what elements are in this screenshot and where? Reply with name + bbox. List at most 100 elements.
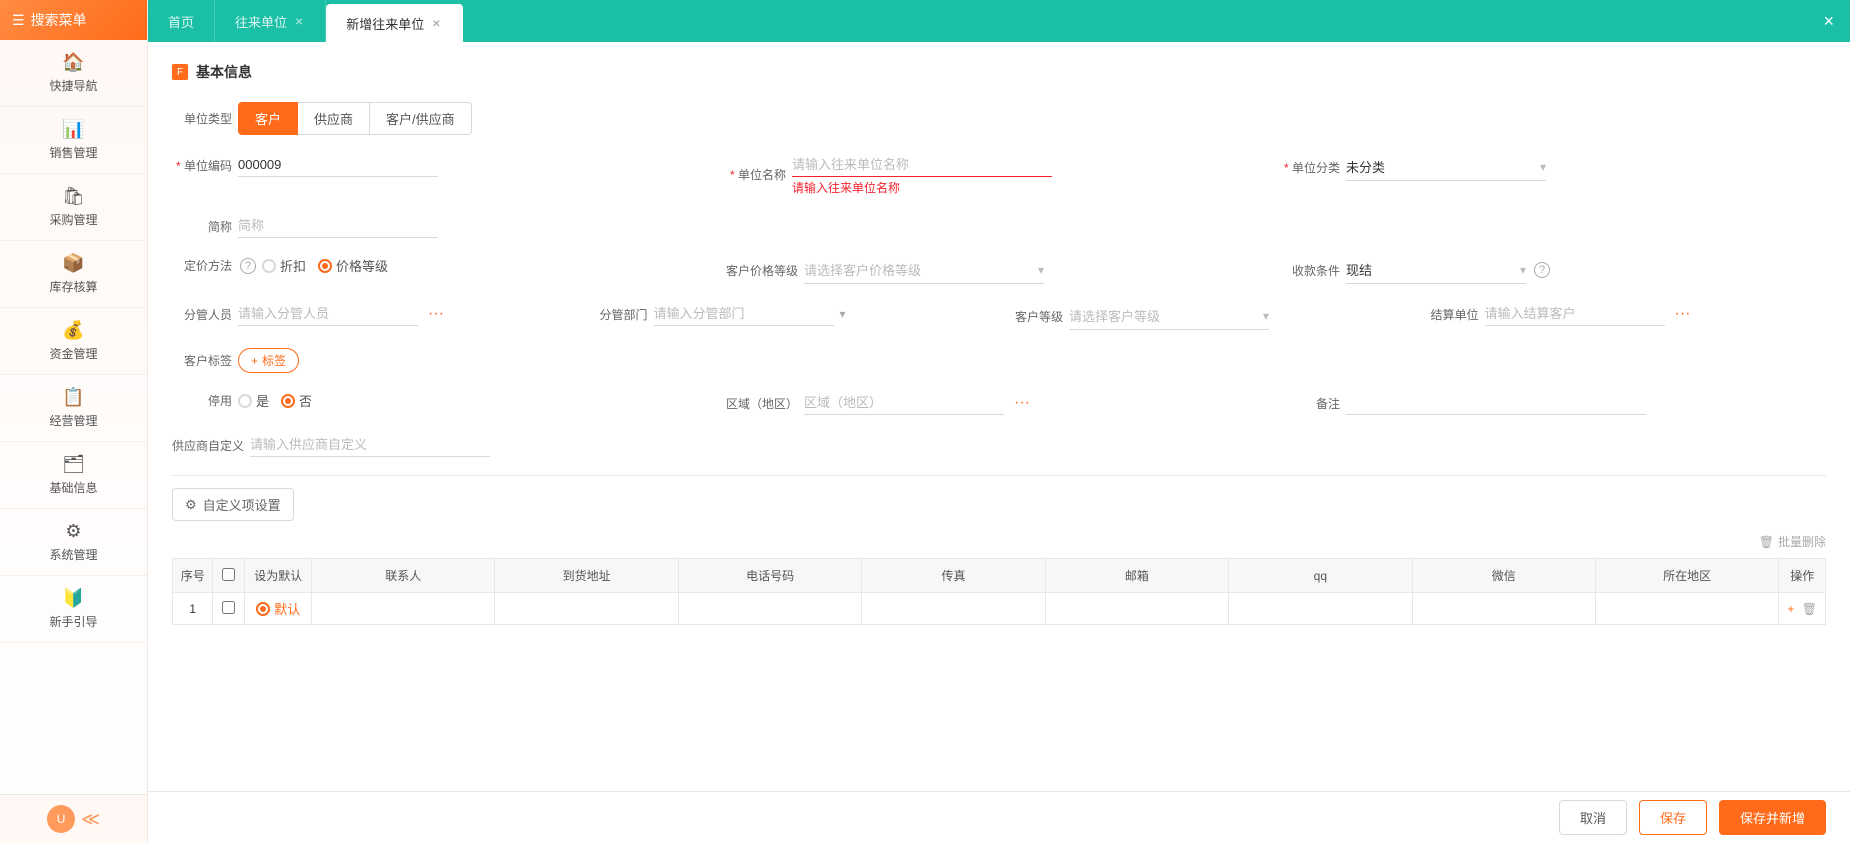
section-title: 基本信息 <box>196 62 252 82</box>
category-value: 未分类 <box>1346 157 1385 176</box>
sidebar-item-operations[interactable]: 📋 经营管理 <box>0 375 147 442</box>
pricing-help-icon[interactable]: ? <box>240 258 256 274</box>
cell-action: + 🗑 <box>1779 593 1826 625</box>
sidebar-item-guide[interactable]: 🔰 新手引导 <box>0 576 147 643</box>
manager-input[interactable] <box>238 302 418 326</box>
disabled-radio-group: 是 否 <box>238 391 312 410</box>
name-error-tip: 请输入往来单位名称 <box>792 179 1272 196</box>
default-label: 默认 <box>274 599 300 618</box>
contacts-table: 序号 设为默认 联系人 到货地址 电话号码 传真 邮箱 qq 微信 所在地区 操… <box>172 558 1826 625</box>
region-dots-btn[interactable]: ··· <box>1010 394 1034 412</box>
sidebar-item-purchase[interactable]: 🛍 采购管理 <box>0 174 147 241</box>
pricing-discount[interactable]: 折扣 <box>262 256 306 275</box>
tag-row: 客户标签 + 标签 <box>172 348 1826 373</box>
discount-radio-circle <box>262 259 276 273</box>
tag-btn-label: 标签 <box>262 352 286 369</box>
category-chevron-icon: ▾ <box>1540 160 1546 174</box>
supplier-custom-input[interactable] <box>250 433 490 457</box>
row-checkbox[interactable] <box>222 601 235 614</box>
sidebar-search[interactable]: ☰ 搜索菜单 <box>0 0 147 40</box>
tag-label: 客户标签 <box>172 352 232 369</box>
email-input[interactable] <box>1052 602 1222 616</box>
payment-select[interactable]: 现结 ▾ <box>1346 256 1526 284</box>
row-delete-btn[interactable]: 🗑 <box>1802 602 1817 616</box>
tab-partners-close[interactable]: × <box>293 12 305 30</box>
contact-input[interactable] <box>318 602 488 616</box>
batch-delete[interactable]: 🗑 批量删除 <box>172 533 1826 550</box>
col-phone: 电话号码 <box>678 559 861 593</box>
type-btn-customer[interactable]: 客户 <box>238 102 298 135</box>
cell-phone <box>678 593 861 625</box>
phone-input[interactable] <box>685 602 855 616</box>
tab-new-partner-close[interactable]: × <box>430 14 442 32</box>
fax-input[interactable] <box>868 602 1038 616</box>
tab-partners[interactable]: 往来单位 × <box>215 0 326 42</box>
purchase-icon: 🛍 <box>62 186 85 207</box>
settlement-input[interactable] <box>1485 302 1665 326</box>
select-all-checkbox[interactable] <box>222 568 235 581</box>
finance-icon: 💰 <box>62 320 84 341</box>
tab-new-partner[interactable]: 新增往来单位 × <box>326 4 463 42</box>
sidebar-item-label: 采购管理 <box>49 211 97 228</box>
row-default-radio[interactable]: 默认 <box>251 599 305 618</box>
customer-level-label: 客户等级 <box>1003 308 1063 325</box>
unit-type-field: 单位类型 客户 供应商 客户/供应商 <box>172 102 1826 135</box>
name-input-wrapper: 请输入往来单位名称 <box>792 153 1272 196</box>
dept-input[interactable] <box>654 302 834 326</box>
remark-input[interactable] <box>1346 391 1646 415</box>
sidebar-expand-icon[interactable]: ≪ <box>81 809 100 830</box>
manager-dots-btn[interactable]: ··· <box>424 305 448 323</box>
address-input[interactable] <box>501 602 671 616</box>
sidebar-item-system[interactable]: ⚙ 系统管理 <box>0 509 147 576</box>
customer-price-select[interactable]: 请选择客户价格等级 ▾ <box>804 256 1044 284</box>
sidebar-item-finance[interactable]: 💰 资金管理 <box>0 308 147 375</box>
custom-settings-label: 自定义项设置 <box>203 495 281 514</box>
sidebar-item-basic[interactable]: 🗂 基础信息 <box>0 442 147 509</box>
custom-settings-btn[interactable]: ⚙ 自定义项设置 <box>172 488 294 521</box>
sales-icon: 📊 <box>62 119 84 140</box>
price-level-radio-circle <box>318 259 332 273</box>
code-input[interactable] <box>238 153 438 177</box>
unit-type-row: 单位类型 客户 供应商 客户/供应商 <box>172 102 1826 135</box>
disabled-yes[interactable]: 是 <box>238 391 269 410</box>
customer-level-select[interactable]: 请选择客户等级 ▾ <box>1069 302 1269 330</box>
name-input[interactable] <box>792 153 1052 177</box>
tab-home[interactable]: 首页 <box>148 0 215 42</box>
type-btn-both[interactable]: 客户/供应商 <box>370 102 472 135</box>
payment-chevron-icon: ▾ <box>1520 263 1526 277</box>
gear-icon: ⚙ <box>185 497 197 513</box>
settlement-dots-btn[interactable]: ··· <box>1671 305 1695 323</box>
qq-input[interactable] <box>1235 602 1405 616</box>
sidebar-item-inventory[interactable]: 📦 库存核算 <box>0 241 147 308</box>
pricing-price-level[interactable]: 价格等级 <box>318 256 388 275</box>
disabled-no[interactable]: 否 <box>281 391 312 410</box>
customer-price-chevron-icon: ▾ <box>1038 263 1044 277</box>
pricing-radio-group: 折扣 价格等级 <box>262 256 388 275</box>
save-new-button[interactable]: 保存并新增 <box>1719 800 1826 835</box>
cancel-button[interactable]: 取消 <box>1559 800 1627 835</box>
tag-field: 客户标签 + 标签 <box>172 348 1826 373</box>
manager-field: 分管人员 ··· <box>172 302 580 326</box>
col-qq: qq <box>1229 559 1412 593</box>
row-region-input[interactable] <box>1602 602 1772 616</box>
category-label: 单位分类 <box>1280 159 1340 176</box>
remark-field: 备注 <box>1280 391 1826 415</box>
quick-nav-icon: 🏠 <box>62 52 84 73</box>
short-name-input[interactable] <box>238 214 438 238</box>
add-tag-btn[interactable]: + 标签 <box>238 348 299 373</box>
tag-plus-icon: + <box>251 354 258 368</box>
payment-help-icon[interactable]: ? <box>1534 262 1550 278</box>
sidebar-item-sales[interactable]: 📊 销售管理 <box>0 107 147 174</box>
col-checkbox[interactable] <box>213 559 245 593</box>
region-input[interactable] <box>804 391 1004 415</box>
customer-level-field: 客户等级 请选择客户等级 ▾ <box>1003 302 1411 330</box>
row-add-btn[interactable]: + <box>1787 602 1794 616</box>
tab-bar-close-all[interactable]: × <box>1807 11 1850 32</box>
save-button[interactable]: 保存 <box>1639 800 1707 835</box>
category-select[interactable]: 未分类 ▾ <box>1346 153 1546 181</box>
wechat-input[interactable] <box>1419 602 1589 616</box>
sidebar-item-quick-nav[interactable]: 🏠 快捷导航 <box>0 40 147 107</box>
type-btn-supplier[interactable]: 供应商 <box>298 102 370 135</box>
guide-icon: 🔰 <box>62 588 84 609</box>
content-area: F 基本信息 单位类型 客户 供应商 客户/供应商 单位编码 单位名称 <box>148 42 1850 791</box>
